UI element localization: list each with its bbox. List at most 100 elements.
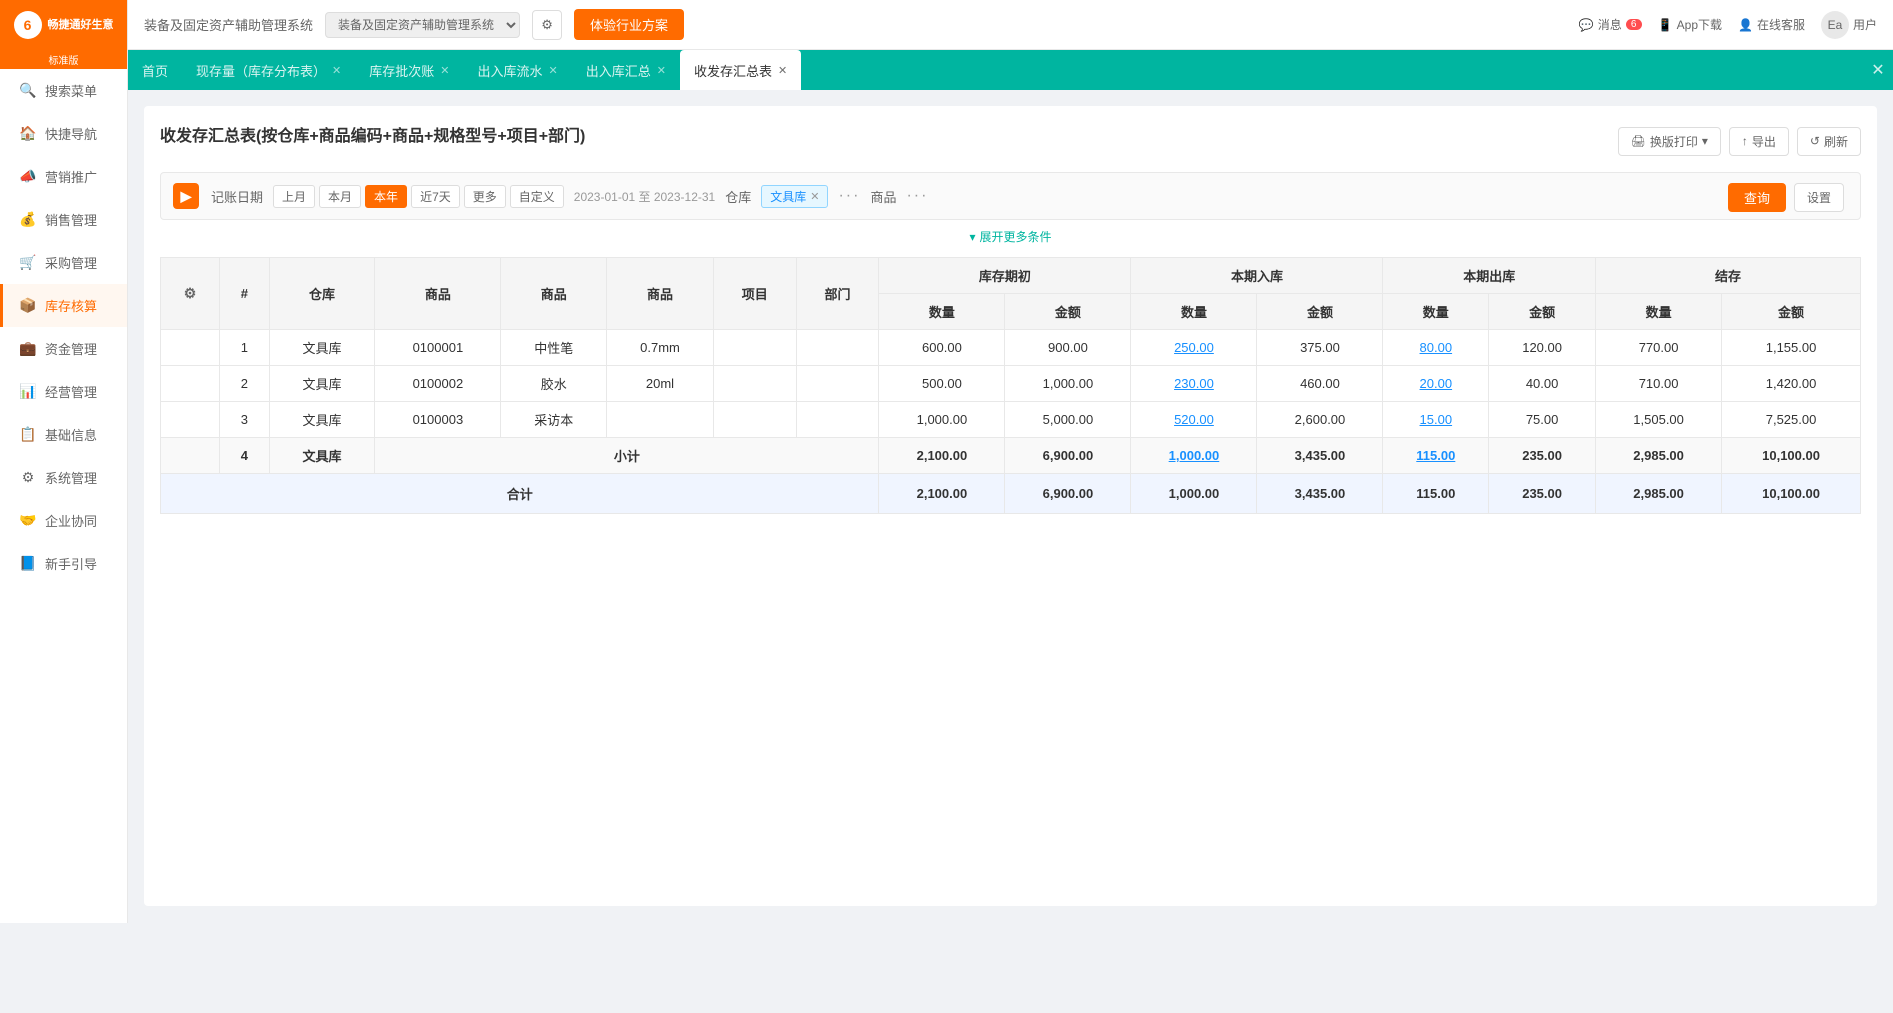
row-in-qty[interactable]: 230.00 (1131, 366, 1257, 402)
th-out-amt: 金额 (1489, 294, 1596, 330)
export-button[interactable]: ↑ 导出 (1729, 127, 1789, 156)
expand-label: 展开更多条件 (980, 228, 1052, 245)
row-out-amt: 120.00 (1489, 330, 1596, 366)
sidebar-item-basic-info[interactable]: 📋 基础信息 (0, 413, 127, 456)
goods-more-btn[interactable]: ··· (906, 187, 928, 205)
row-out-qty[interactable]: 80.00 (1383, 330, 1489, 366)
tab-in-out-flow-close[interactable]: ✕ (549, 64, 558, 77)
date-more-btn[interactable]: 更多 (464, 185, 506, 208)
row-close-qty: 1,505.00 (1596, 402, 1722, 438)
tab-in-out-summary-label: 出入库汇总 (586, 61, 651, 80)
sidebar-item-guide[interactable]: 📘 新手引导 (0, 542, 127, 585)
row-out-qty[interactable]: 15.00 (1383, 402, 1489, 438)
tab-home[interactable]: 首页 (128, 50, 182, 90)
sidebar-item-label: 销售管理 (45, 210, 97, 229)
warehouse-tag[interactable]: 文具库 ✕ (761, 185, 828, 208)
tab-batch-ledger[interactable]: 库存批次账 ✕ (355, 50, 463, 90)
table-settings-icon[interactable]: ⚙ (184, 285, 197, 301)
row-open-amt: 900.00 (1005, 330, 1131, 366)
query-button[interactable]: 查询 (1728, 183, 1786, 212)
sidebar-item-search[interactable]: 🔍 搜索菜单 (0, 69, 127, 112)
row-out-qty[interactable]: 20.00 (1383, 366, 1489, 402)
sidebar-item-marketing[interactable]: 📣 营销推广 (0, 155, 127, 198)
subtotal-in-qty[interactable]: 1,000.00 (1131, 438, 1257, 474)
row-open-qty: 500.00 (879, 366, 1005, 402)
data-table: ⚙ # 仓库 商品 商品 商品 项目 部门 库存期初 本期入库 本期出库 结存 (160, 257, 1861, 514)
expand-more-btn[interactable]: ▾ 展开更多条件 (969, 228, 1051, 245)
user-area[interactable]: Ea 用户 (1821, 11, 1877, 39)
sidebar-item-operations[interactable]: 📊 经营管理 (0, 370, 127, 413)
warehouse-tag-text: 文具库 (770, 188, 806, 205)
online-service-label: 在线客服 (1757, 16, 1805, 33)
date-7days-btn[interactable]: 近7天 (411, 185, 460, 208)
sidebar-item-quick-nav[interactable]: 🏠 快捷导航 (0, 112, 127, 155)
subtotal-label: 小计 (375, 438, 879, 474)
home-icon: 🏠 (19, 125, 37, 143)
sidebar-item-system[interactable]: ⚙ 系统管理 (0, 456, 127, 499)
total-close-qty: 2,985.00 (1596, 474, 1722, 514)
box-icon: 📦 (19, 297, 37, 315)
tab-inventory-dist[interactable]: 现存量（库存分布表） ✕ (182, 50, 355, 90)
total-label: 合计 (161, 474, 879, 514)
briefcase-icon: 💼 (19, 340, 37, 358)
th-in-qty: 数量 (1131, 294, 1257, 330)
system-select[interactable]: 装备及固定资产辅助管理系统 (325, 12, 520, 38)
row-settings (161, 330, 220, 366)
sidebar-item-finance[interactable]: 💼 资金管理 (0, 327, 127, 370)
online-service-btn[interactable]: 👤 在线客服 (1738, 16, 1805, 33)
tab-in-out-summary-close[interactable]: ✕ (657, 64, 666, 77)
date-prev-month-btn[interactable]: 上月 (273, 185, 315, 208)
row-in-qty[interactable]: 250.00 (1131, 330, 1257, 366)
refresh-button[interactable]: ↺ 刷新 (1797, 127, 1861, 156)
main-content: 收发存汇总表(按仓库+商品编码+商品+规格型号+项目+部门) 🖨 换版打印 ▾ … (128, 90, 1893, 923)
page-title: 收发存汇总表(按仓库+商品编码+商品+规格型号+项目+部门) (160, 122, 585, 146)
money-icon: 💰 (19, 211, 37, 229)
warehouse-more-btn[interactable]: ··· (838, 187, 860, 205)
th-settings[interactable]: ⚙ (161, 258, 220, 330)
app-download-btn[interactable]: 📱 App下载 (1658, 16, 1722, 33)
row-in-qty[interactable]: 520.00 (1131, 402, 1257, 438)
sidebar-item-enterprise[interactable]: 🤝 企业协同 (0, 499, 127, 542)
tab-batch-ledger-close[interactable]: ✕ (440, 64, 449, 77)
filter-toggle-btn[interactable]: ▶ (173, 183, 199, 209)
message-label: 消息 (1598, 16, 1622, 33)
try-industry-button[interactable]: 体验行业方案 (574, 9, 684, 40)
row-code: 0100002 (375, 366, 501, 402)
total-row: 合计 2,100.00 6,900.00 1,000.00 3,435.00 1… (161, 474, 1861, 514)
row-spec: 20ml (607, 366, 714, 402)
th-project: 项目 (713, 258, 796, 330)
row-open-amt: 5,000.00 (1005, 402, 1131, 438)
settings-button[interactable]: 设置 (1794, 183, 1844, 212)
tab-inventory-dist-close[interactable]: ✕ (332, 64, 341, 77)
tab-in-out-flow[interactable]: 出入库流水 ✕ (463, 50, 571, 90)
sidebar-item-inventory[interactable]: 📦 库存核算 (0, 284, 127, 327)
th-spec: 商品 (607, 258, 714, 330)
tab-recv-send-summary[interactable]: 收发存汇总表 ✕ (680, 50, 801, 90)
subtotal-open-amt: 6,900.00 (1005, 438, 1131, 474)
tab-in-out-summary[interactable]: 出入库汇总 ✕ (572, 50, 680, 90)
subtotal-out-qty[interactable]: 115.00 (1383, 438, 1489, 474)
sidebar-item-purchase[interactable]: 🛒 采购管理 (0, 241, 127, 284)
row-settings (161, 402, 220, 438)
row-name: 胶水 (501, 366, 607, 402)
tab-batch-ledger-label: 库存批次账 (369, 61, 434, 80)
th-name: 商品 (501, 258, 607, 330)
close-all-tabs-btn[interactable]: ✕ (1863, 50, 1893, 90)
tab-recv-send-summary-close[interactable]: ✕ (778, 64, 787, 77)
row-out-amt: 40.00 (1489, 366, 1596, 402)
settings-icon-btn[interactable]: ⚙ (532, 10, 562, 40)
row-name: 中性笔 (501, 330, 607, 366)
tab-recv-send-summary-label: 收发存汇总表 (694, 61, 772, 80)
row-close-qty: 770.00 (1596, 330, 1722, 366)
warehouse-tag-close[interactable]: ✕ (810, 190, 819, 203)
date-custom-btn[interactable]: 自定义 (510, 185, 564, 208)
search-icon: 🔍 (19, 82, 37, 100)
date-this-month-btn[interactable]: 本月 (319, 185, 361, 208)
print-button[interactable]: 🖨 换版打印 ▾ (1618, 127, 1721, 156)
chart-icon: 📊 (19, 383, 37, 401)
message-btn[interactable]: 💬 消息 6 (1579, 16, 1642, 33)
row-in-amt: 460.00 (1257, 366, 1383, 402)
subtotal-close-qty: 2,985.00 (1596, 438, 1722, 474)
sidebar-item-sales[interactable]: 💰 销售管理 (0, 198, 127, 241)
date-this-year-btn[interactable]: 本年 (365, 185, 407, 208)
